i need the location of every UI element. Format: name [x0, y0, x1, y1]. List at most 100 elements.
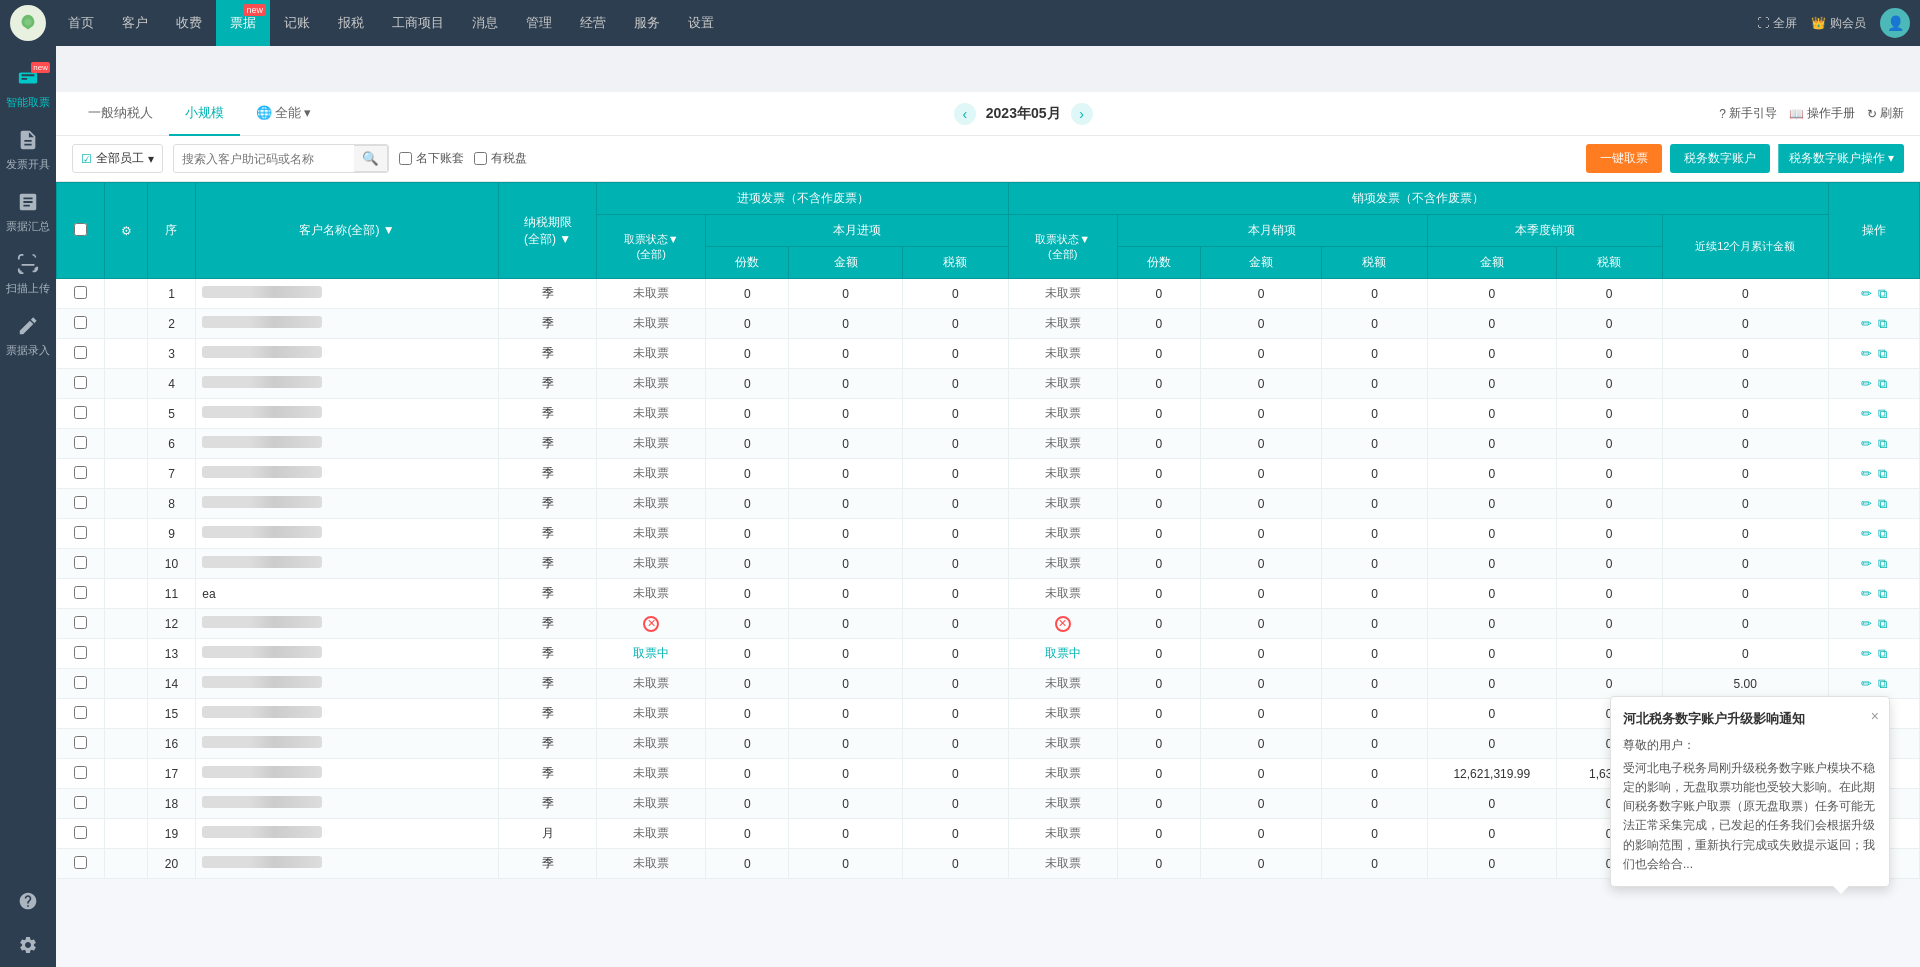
row-checkbox[interactable]	[74, 736, 87, 749]
edit-action-icon[interactable]: ✏	[1861, 286, 1872, 301]
edit-action-icon[interactable]: ✏	[1861, 466, 1872, 481]
td-checkbox[interactable]	[57, 669, 105, 699]
td-checkbox[interactable]	[57, 729, 105, 759]
prev-month-btn[interactable]: ‹	[954, 103, 976, 125]
row-checkbox[interactable]	[74, 496, 87, 509]
row-checkbox[interactable]	[74, 316, 87, 329]
refresh-link[interactable]: ↻ 刷新	[1867, 105, 1904, 122]
edit-action-icon[interactable]: ✏	[1861, 616, 1872, 631]
edit-action-icon[interactable]: ✏	[1861, 316, 1872, 331]
has-tax-disk-input[interactable]	[474, 152, 487, 165]
sidebar-item-scan[interactable]: 扫描上传	[0, 242, 56, 304]
row-checkbox[interactable]	[74, 406, 87, 419]
row-checkbox[interactable]	[74, 616, 87, 629]
nav-service[interactable]: 服务	[620, 0, 674, 46]
th-customer[interactable]: 客户名称(全部) ▼	[196, 183, 499, 279]
row-checkbox[interactable]	[74, 856, 87, 869]
copy-action-icon[interactable]: ⧉	[1878, 616, 1887, 632]
user-avatar[interactable]: 👤	[1880, 8, 1910, 38]
tab-small-scale[interactable]: 小规模	[169, 92, 240, 136]
nav-message[interactable]: 消息	[458, 0, 512, 46]
copy-action-icon[interactable]: ⧉	[1878, 406, 1887, 422]
td-checkbox[interactable]	[57, 609, 105, 639]
copy-action-icon[interactable]: ⧉	[1878, 496, 1887, 512]
edit-action-icon[interactable]: ✏	[1861, 556, 1872, 571]
notification-close-btn[interactable]: ×	[1871, 705, 1879, 727]
edit-action-icon[interactable]: ✏	[1861, 586, 1872, 601]
td-checkbox[interactable]	[57, 399, 105, 429]
edit-action-icon[interactable]: ✏	[1861, 526, 1872, 541]
copy-action-icon[interactable]: ⧉	[1878, 646, 1887, 662]
next-month-btn[interactable]: ›	[1071, 103, 1093, 125]
row-checkbox[interactable]	[74, 766, 87, 779]
digital-account-btn[interactable]: 税务数字账户	[1670, 144, 1770, 173]
copy-action-icon[interactable]: ⧉	[1878, 556, 1887, 572]
edit-action-icon[interactable]: ✏	[1861, 646, 1872, 661]
td-checkbox[interactable]	[57, 519, 105, 549]
row-checkbox[interactable]	[74, 586, 87, 599]
row-checkbox[interactable]	[74, 436, 87, 449]
td-checkbox[interactable]	[57, 579, 105, 609]
nav-operation[interactable]: 经营	[566, 0, 620, 46]
td-checkbox[interactable]	[57, 369, 105, 399]
edit-action-icon[interactable]: ✏	[1861, 406, 1872, 421]
td-checkbox[interactable]	[57, 819, 105, 849]
th-period[interactable]: 纳税期限(全部) ▼	[498, 183, 596, 279]
copy-action-icon[interactable]: ⧉	[1878, 676, 1887, 692]
employee-select[interactable]: ☑ 全部员工 ▾	[72, 144, 163, 173]
search-button[interactable]: 🔍	[354, 145, 388, 172]
nav-customer[interactable]: 客户	[108, 0, 162, 46]
copy-action-icon[interactable]: ⧉	[1878, 346, 1887, 362]
row-checkbox[interactable]	[74, 676, 87, 689]
copy-action-icon[interactable]: ⧉	[1878, 466, 1887, 482]
th-out-status[interactable]: 取票状态▼(全部)	[1008, 215, 1117, 279]
row-checkbox[interactable]	[74, 796, 87, 809]
copy-action-icon[interactable]: ⧉	[1878, 376, 1887, 392]
td-checkbox[interactable]	[57, 699, 105, 729]
copy-action-icon[interactable]: ⧉	[1878, 316, 1887, 332]
row-checkbox[interactable]	[74, 556, 87, 569]
nav-tax[interactable]: 报税	[324, 0, 378, 46]
nav-home[interactable]: 首页	[54, 0, 108, 46]
guide-link[interactable]: ? 新手引导	[1719, 105, 1777, 122]
edit-action-icon[interactable]: ✏	[1861, 676, 1872, 691]
sidebar-item-entry[interactable]: 票据录入	[0, 304, 56, 366]
nav-business[interactable]: 工商项目	[378, 0, 458, 46]
sidebar-item-smart-ticket[interactable]: new 智能取票	[0, 56, 56, 118]
copy-action-icon[interactable]: ⧉	[1878, 526, 1887, 542]
td-checkbox[interactable]	[57, 489, 105, 519]
edit-action-icon[interactable]: ✏	[1861, 496, 1872, 511]
digital-account-dropdown-btn[interactable]: 税务数字账户操作 ▾	[1778, 144, 1904, 173]
sidebar-item-open-invoice[interactable]: 发票开具	[0, 118, 56, 180]
td-checkbox[interactable]	[57, 309, 105, 339]
row-checkbox[interactable]	[74, 706, 87, 719]
td-checkbox[interactable]	[57, 459, 105, 489]
row-checkbox[interactable]	[74, 376, 87, 389]
nav-settings[interactable]: 设置	[674, 0, 728, 46]
named-accounts-checkbox[interactable]: 名下账套	[399, 150, 464, 167]
has-tax-disk-checkbox[interactable]: 有税盘	[474, 150, 527, 167]
copy-action-icon[interactable]: ⧉	[1878, 436, 1887, 452]
select-all-checkbox[interactable]	[74, 223, 87, 236]
td-checkbox[interactable]	[57, 279, 105, 309]
td-checkbox[interactable]	[57, 759, 105, 789]
row-checkbox[interactable]	[74, 826, 87, 839]
td-checkbox[interactable]	[57, 639, 105, 669]
td-checkbox[interactable]	[57, 339, 105, 369]
row-checkbox[interactable]	[74, 346, 87, 359]
manual-link[interactable]: 📖 操作手册	[1789, 105, 1855, 122]
edit-action-icon[interactable]: ✏	[1861, 376, 1872, 391]
td-checkbox[interactable]	[57, 789, 105, 819]
sidebar-item-help[interactable]	[0, 879, 56, 923]
sidebar-item-summary[interactable]: 票据汇总	[0, 180, 56, 242]
td-checkbox[interactable]	[57, 849, 105, 879]
td-checkbox[interactable]	[57, 549, 105, 579]
tab-general-taxpayer[interactable]: 一般纳税人	[72, 92, 169, 136]
nav-manage[interactable]: 管理	[512, 0, 566, 46]
search-input[interactable]	[174, 147, 354, 171]
sidebar-item-settings[interactable]	[0, 923, 56, 967]
row-checkbox[interactable]	[74, 466, 87, 479]
one-click-ticket-btn[interactable]: 一键取票	[1586, 144, 1662, 173]
row-checkbox[interactable]	[74, 286, 87, 299]
nav-fee[interactable]: 收费	[162, 0, 216, 46]
